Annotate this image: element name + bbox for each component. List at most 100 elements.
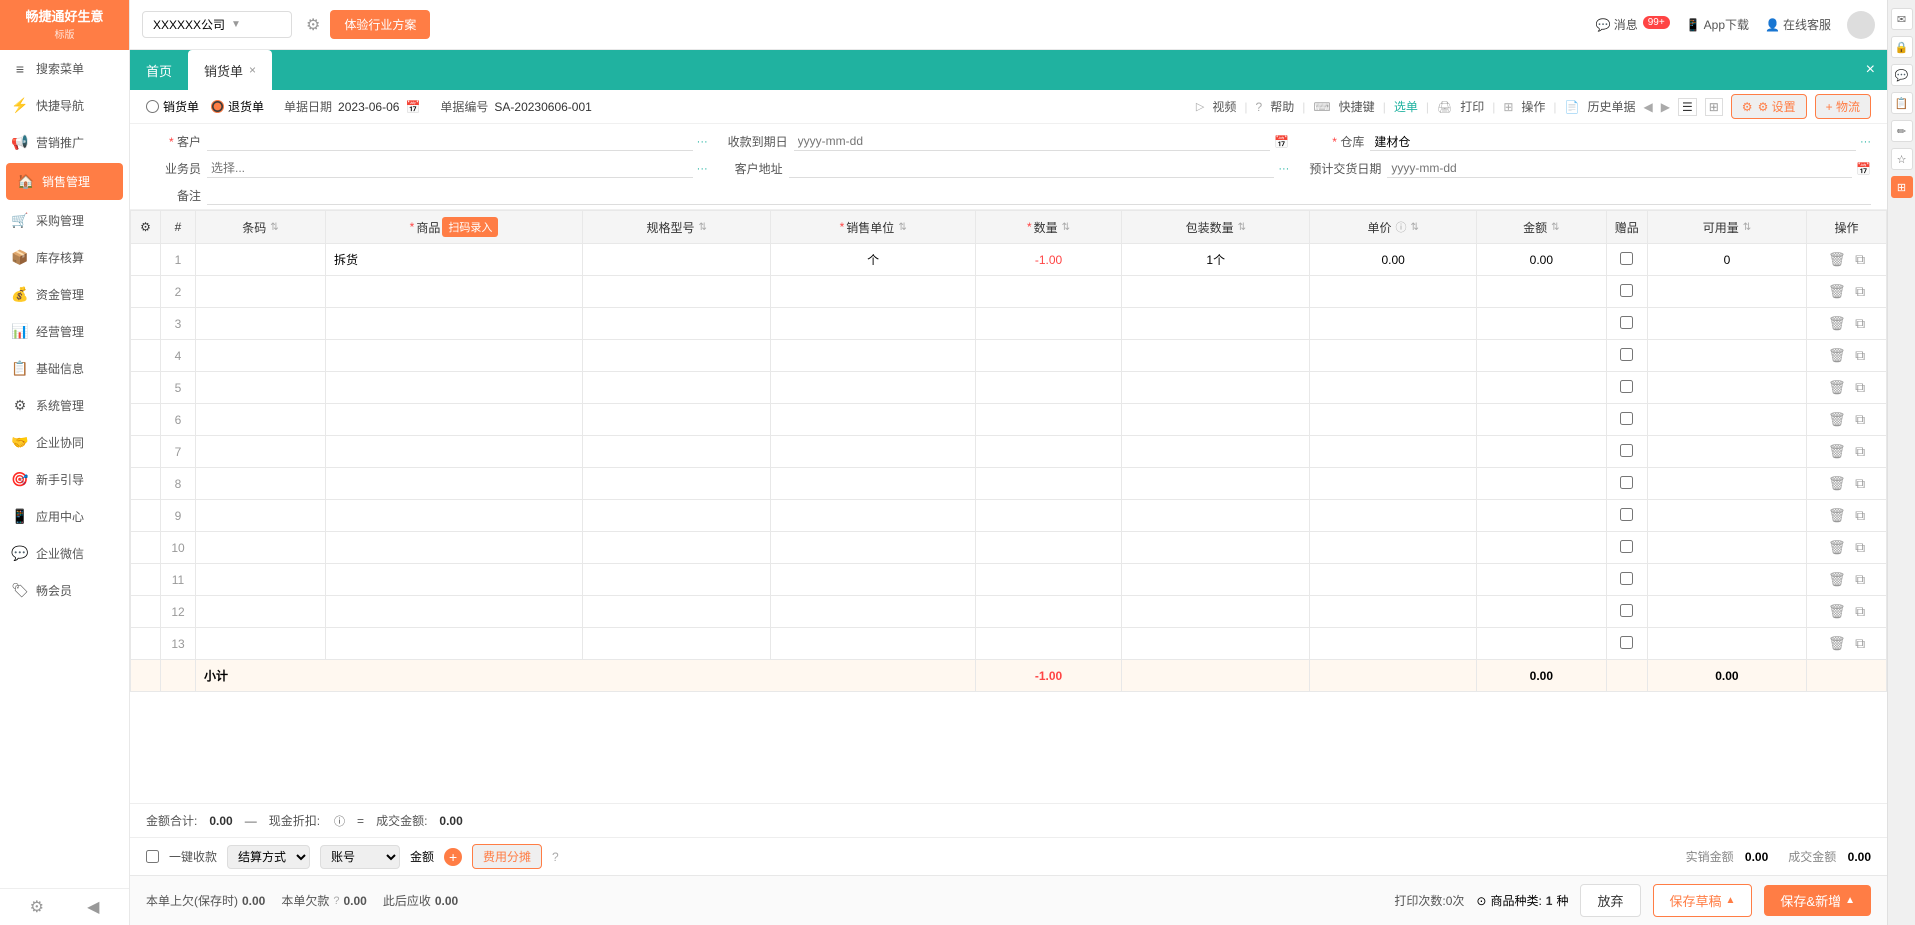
cell-unit[interactable] [771, 404, 976, 436]
expected-date-calendar-icon[interactable]: 📅 [1856, 162, 1871, 176]
expense-btn[interactable]: 费用分摊 [472, 844, 542, 869]
cell-spec[interactable] [583, 468, 771, 500]
avatar[interactable] [1847, 11, 1875, 39]
cell-gift[interactable] [1606, 404, 1647, 436]
cell-goods[interactable] [325, 372, 582, 404]
help-btn[interactable]: 帮助 [1270, 98, 1294, 115]
delete-icon[interactable]: 🗑 [1828, 379, 1846, 395]
payment-due-input[interactable] [794, 132, 1271, 151]
app-download-btn[interactable]: 📱 App下载 [1686, 16, 1749, 33]
gift-checkbox[interactable] [1620, 348, 1633, 361]
cell-price[interactable] [1310, 436, 1476, 468]
cell-amount[interactable] [1476, 468, 1606, 500]
cell-gift[interactable] [1606, 468, 1647, 500]
cell-amount[interactable] [1476, 404, 1606, 436]
copy-icon[interactable]: ⧉ [1855, 315, 1865, 331]
table-gear-icon[interactable]: ⚙ [140, 220, 151, 234]
cell-barcode[interactable] [196, 532, 326, 564]
cell-pack-qty[interactable] [1122, 308, 1310, 340]
copy-icon[interactable]: ⧉ [1855, 571, 1865, 587]
right-panel-btn-3[interactable]: 💬 [1891, 64, 1913, 86]
cell-gift[interactable] [1606, 340, 1647, 372]
radio-return[interactable]: 退货单 [211, 98, 264, 115]
cell-qty[interactable] [975, 404, 1121, 436]
cell-qty[interactable] [975, 500, 1121, 532]
save-draft-caret-icon[interactable]: ▲ [1726, 895, 1736, 906]
th-gear[interactable]: ⚙ [131, 211, 161, 244]
cell-unit[interactable] [771, 500, 976, 532]
print-btn[interactable]: 打印 [1460, 98, 1484, 115]
radio-sales[interactable]: 销货单 [146, 98, 199, 115]
cell-goods[interactable] [325, 308, 582, 340]
th-unit-sort[interactable]: ⇅ [898, 222, 906, 233]
warehouse-dots[interactable]: ··· [1860, 136, 1871, 148]
cell-pack-qty[interactable] [1122, 468, 1310, 500]
right-panel-btn-4[interactable]: 📋 [1891, 92, 1913, 114]
tab-sales-order[interactable]: 销货单 × [188, 50, 272, 90]
gift-checkbox[interactable] [1620, 284, 1633, 297]
gift-checkbox[interactable] [1620, 540, 1633, 553]
cell-spec[interactable] [583, 244, 771, 276]
cell-goods[interactable] [325, 340, 582, 372]
copy-icon[interactable]: ⧉ [1855, 539, 1865, 555]
cell-amount[interactable] [1476, 308, 1606, 340]
add-payment-btn[interactable]: + [444, 848, 462, 866]
delete-icon[interactable]: 🗑 [1828, 539, 1846, 555]
expected-date-input[interactable] [1387, 159, 1852, 178]
delete-icon[interactable]: 🗑 [1828, 475, 1846, 491]
cell-price[interactable] [1310, 404, 1476, 436]
cell-pack-qty[interactable] [1122, 500, 1310, 532]
customer-input[interactable] [207, 132, 693, 151]
cell-barcode[interactable] [196, 500, 326, 532]
cell-qty[interactable] [975, 340, 1121, 372]
cell-amount[interactable] [1476, 596, 1606, 628]
cell-qty[interactable] [975, 468, 1121, 500]
cell-goods[interactable] [325, 628, 582, 660]
copy-icon[interactable]: ⧉ [1855, 283, 1865, 299]
cell-spec[interactable] [583, 628, 771, 660]
delete-icon[interactable]: 🗑 [1828, 283, 1846, 299]
collapse-icon[interactable]: ◀ [87, 897, 99, 917]
grid-icon2[interactable]: ⊞ [1705, 98, 1723, 116]
delete-icon[interactable]: 🗑 [1828, 315, 1846, 331]
cell-price[interactable] [1310, 564, 1476, 596]
th-pack-sort[interactable]: ⇅ [1238, 222, 1246, 233]
cell-unit[interactable] [771, 372, 976, 404]
shortcuts-btn[interactable]: 快捷键 [1339, 98, 1375, 115]
sidebar-item-sales[interactable]: 🏠 销售管理 [6, 163, 123, 200]
scan-btn[interactable]: 扫码录入 [442, 217, 498, 237]
cell-unit[interactable] [771, 628, 976, 660]
th-price-info[interactable]: ⓘ [1395, 219, 1406, 235]
sidebar-item-guide[interactable]: 🎯 新手引导 [0, 461, 129, 498]
cell-gift[interactable] [1606, 500, 1647, 532]
cell-spec[interactable] [583, 436, 771, 468]
online-service-btn[interactable]: 👤 在线客服 [1765, 16, 1831, 33]
copy-icon[interactable]: ⧉ [1855, 507, 1865, 523]
copy-icon[interactable]: ⧉ [1855, 443, 1865, 459]
payment-help-icon[interactable]: ? [552, 850, 559, 864]
table-scroll[interactable]: ⚙ # 条码 ⇅ * [130, 210, 1887, 803]
right-panel-btn-6[interactable]: ☆ [1891, 148, 1913, 170]
cell-amount[interactable] [1476, 436, 1606, 468]
cell-barcode[interactable] [196, 596, 326, 628]
cell-barcode[interactable] [196, 468, 326, 500]
cell-barcode[interactable] [196, 436, 326, 468]
th-price-sort[interactable]: ⇅ [1410, 222, 1418, 233]
cell-barcode[interactable] [196, 372, 326, 404]
cell-pack-qty[interactable]: 1个 [1122, 244, 1310, 276]
sidebar-item-finance[interactable]: 💰 资金管理 [0, 276, 129, 313]
abandon-btn[interactable]: 放弃 [1580, 884, 1640, 917]
sidebar-item-member[interactable]: 🏷 畅会员 [0, 572, 129, 609]
cell-unit[interactable] [771, 340, 976, 372]
cell-goods[interactable]: 拆货 [325, 244, 582, 276]
one-click-checkbox[interactable] [146, 850, 159, 863]
cell-amount[interactable] [1476, 500, 1606, 532]
th-available-sort[interactable]: ⇅ [1743, 222, 1751, 233]
cell-spec[interactable] [583, 564, 771, 596]
copy-icon[interactable]: ⧉ [1855, 251, 1865, 267]
cell-price[interactable]: 0.00 [1310, 244, 1476, 276]
sidebar-item-marketing[interactable]: 📢 营销推广 [0, 124, 129, 161]
delete-icon[interactable]: 🗑 [1828, 347, 1846, 363]
cell-qty[interactable] [975, 276, 1121, 308]
save-new-caret-icon[interactable]: ▲ [1845, 895, 1855, 906]
